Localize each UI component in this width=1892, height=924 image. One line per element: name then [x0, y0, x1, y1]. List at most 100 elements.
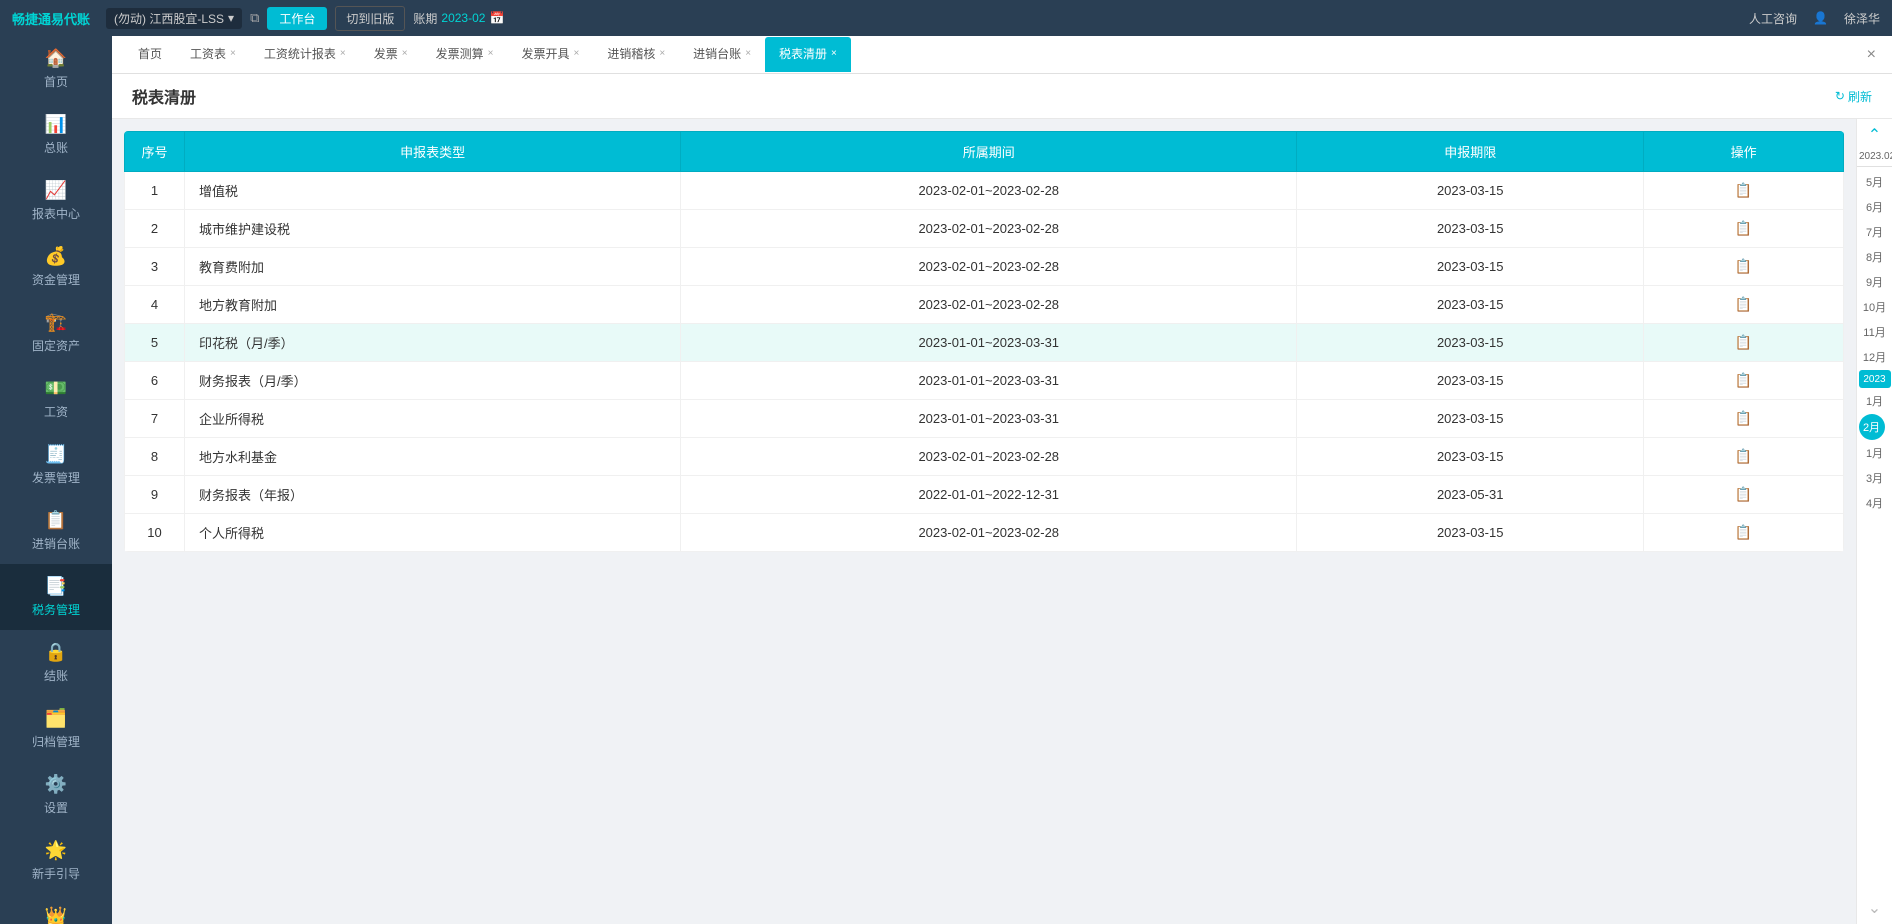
sidebar-item-payroll[interactable]: 💵工资 [0, 366, 112, 432]
sidebar-item-fixed-assets[interactable]: 🏗️固定资产 [0, 300, 112, 366]
cell-no: 9 [125, 476, 185, 514]
sidebar-item-general-ledger[interactable]: 📊总账 [0, 102, 112, 168]
calendar-icon[interactable]: 📅 [489, 11, 504, 25]
sidebar-label-fund-mgmt: 资金管理 [32, 271, 80, 288]
month-item[interactable]: 6月 [1859, 195, 1891, 219]
sidebar-item-new-guide[interactable]: 🌟新手引导 [0, 828, 112, 894]
sidebar-item-fund-mgmt[interactable]: 💰资金管理 [0, 234, 112, 300]
col-header-1: 申报表类型 [185, 132, 681, 172]
action-icon[interactable]: 📋 [1735, 220, 1752, 236]
cell-action[interactable]: 📋 [1644, 400, 1844, 438]
month-item[interactable]: 11月 [1859, 320, 1891, 344]
col-header-4: 操作 [1644, 132, 1844, 172]
cell-deadline: 2023-03-15 [1297, 248, 1644, 286]
copy-icon[interactable]: ⧉ [250, 10, 259, 26]
month-item[interactable]: 3月 [1859, 466, 1891, 490]
tab-sales-ledger[interactable]: 进销台账 × [679, 37, 765, 72]
company-dropdown-icon[interactable]: ▾ [228, 11, 234, 25]
tab-invoice-issue[interactable]: 发票开具× [507, 37, 593, 72]
month-item[interactable]: 5月 [1859, 170, 1891, 194]
panel-nav-down[interactable]: ⌄ [1866, 896, 1883, 920]
action-icon[interactable]: 📋 [1735, 524, 1752, 540]
cell-action[interactable]: 📋 [1644, 172, 1844, 210]
tab-invoice-calc[interactable]: 发票测算 × [422, 37, 508, 72]
cell-no: 6 [125, 362, 185, 400]
action-icon[interactable]: 📋 [1735, 258, 1752, 274]
tab-payroll[interactable]: 工资表× [176, 37, 250, 72]
cell-type: 教育费附加 [185, 248, 681, 286]
user-name[interactable]: 徐泽华 [1844, 10, 1880, 27]
month-item-1[interactable]: 1月 [1859, 389, 1891, 413]
action-icon[interactable]: 📋 [1735, 334, 1752, 350]
support-link[interactable]: 人工咨询 [1749, 10, 1797, 27]
action-icon[interactable]: 📋 [1735, 410, 1752, 426]
tab-close-invoice-calc[interactable]: × [488, 48, 494, 59]
month-item[interactable]: 1月 [1859, 441, 1891, 465]
sidebar-item-home[interactable]: 🏠首页 [0, 36, 112, 102]
tab-close-sales-ledger[interactable]: × [745, 48, 751, 59]
company-selector[interactable]: (勿动) 江西股宜-LSS ▾ [106, 8, 242, 29]
switch-old-button[interactable]: 切到旧版 [335, 6, 405, 31]
month-item[interactable]: 7月 [1859, 220, 1891, 244]
tab-label-sales-ledger: 进销台账 [693, 45, 741, 62]
cell-action[interactable]: 📋 [1644, 514, 1844, 552]
cell-action[interactable]: 📋 [1644, 210, 1844, 248]
cell-period: 2023-02-01~2023-02-28 [681, 514, 1297, 552]
month-list: 5月6月7月8月9月10月11月12月20231月2月1月3月4月 [1859, 169, 1891, 516]
tab-label-invoice-calc: 发票测算 [436, 45, 484, 62]
cell-type: 个人所得税 [185, 514, 681, 552]
tab-close-sales-check[interactable]: × [659, 48, 665, 59]
sidebar-icon-home: 🏠 [45, 48, 67, 69]
sidebar-label-sales-ledger: 进销台账 [32, 535, 80, 552]
cell-action[interactable]: 📋 [1644, 438, 1844, 476]
sidebar-item-invoice-mgmt[interactable]: 🧾发票管理 [0, 432, 112, 498]
sidebar-item-settings[interactable]: ⚙️设置 [0, 762, 112, 828]
action-icon[interactable]: 📋 [1735, 182, 1752, 198]
action-icon[interactable]: 📋 [1735, 448, 1752, 464]
action-icon[interactable]: 📋 [1735, 296, 1752, 312]
tab-home[interactable]: 首页 [124, 37, 176, 72]
month-item[interactable]: 10月 [1859, 295, 1891, 319]
refresh-icon: ↻ [1835, 89, 1845, 103]
cell-type: 财务报表（月/季） [185, 362, 681, 400]
tab-bar-close-button[interactable]: × [1863, 46, 1880, 64]
cell-deadline: 2023-03-15 [1297, 514, 1644, 552]
tab-close-payroll-stats[interactable]: × [340, 48, 346, 59]
cell-action[interactable]: 📋 [1644, 286, 1844, 324]
table-header: 序号申报表类型所属期间申报期限操作 [125, 132, 1844, 172]
month-item[interactable]: 4月 [1859, 491, 1891, 515]
action-icon[interactable]: 📋 [1735, 372, 1752, 388]
sidebar-item-archive-mgmt[interactable]: 🗂️归档管理 [0, 696, 112, 762]
col-header-0: 序号 [125, 132, 185, 172]
tab-close-invoice[interactable]: × [402, 48, 408, 59]
month-item-active[interactable]: 2月 [1859, 414, 1885, 440]
tab-sales-check[interactable]: 进销稽核 × [593, 37, 679, 72]
sidebar-icon-sales-ledger: 📋 [45, 510, 67, 531]
cell-action[interactable]: 📋 [1644, 248, 1844, 286]
tab-close-tax-register[interactable]: × [831, 48, 837, 59]
month-item[interactable]: 8月 [1859, 245, 1891, 269]
cell-action[interactable]: 📋 [1644, 476, 1844, 514]
tab-invoice[interactable]: 发票× [360, 37, 422, 72]
panel-nav-up[interactable]: ⌃ [1866, 123, 1883, 147]
workbench-button[interactable]: 工作台 [267, 7, 327, 30]
col-header-3: 申报期限 [1297, 132, 1644, 172]
action-icon[interactable]: 📋 [1735, 486, 1752, 502]
sidebar-item-sales-ledger[interactable]: 📋 进销台账 [0, 498, 112, 564]
month-item[interactable]: 9月 [1859, 270, 1891, 294]
period-value[interactable]: 2023-02 [441, 11, 485, 25]
tab-tax-register[interactable]: 税表清册× [765, 37, 851, 72]
refresh-button[interactable]: ↻ 刷新 [1835, 88, 1872, 105]
tab-label-sales-check: 进销稽核 [607, 45, 655, 62]
sidebar-item-tax-mgmt[interactable]: 📑税务管理 [0, 564, 112, 630]
month-item[interactable]: 12月 [1859, 345, 1891, 369]
cell-action[interactable]: 📋 [1644, 362, 1844, 400]
sidebar-item-closing[interactable]: 🔒结账 [0, 630, 112, 696]
tab-close-invoice-issue[interactable]: × [573, 48, 579, 59]
cell-action[interactable]: 📋 [1644, 324, 1844, 362]
year-badge[interactable]: 2023 [1859, 370, 1891, 388]
tab-close-payroll[interactable]: × [230, 48, 236, 59]
tab-payroll-stats[interactable]: 工资统计报表× [250, 37, 360, 72]
sidebar-item-report-center[interactable]: 📈报表中心 [0, 168, 112, 234]
sidebar-item-member[interactable]: 👑畅会员 [0, 894, 112, 924]
